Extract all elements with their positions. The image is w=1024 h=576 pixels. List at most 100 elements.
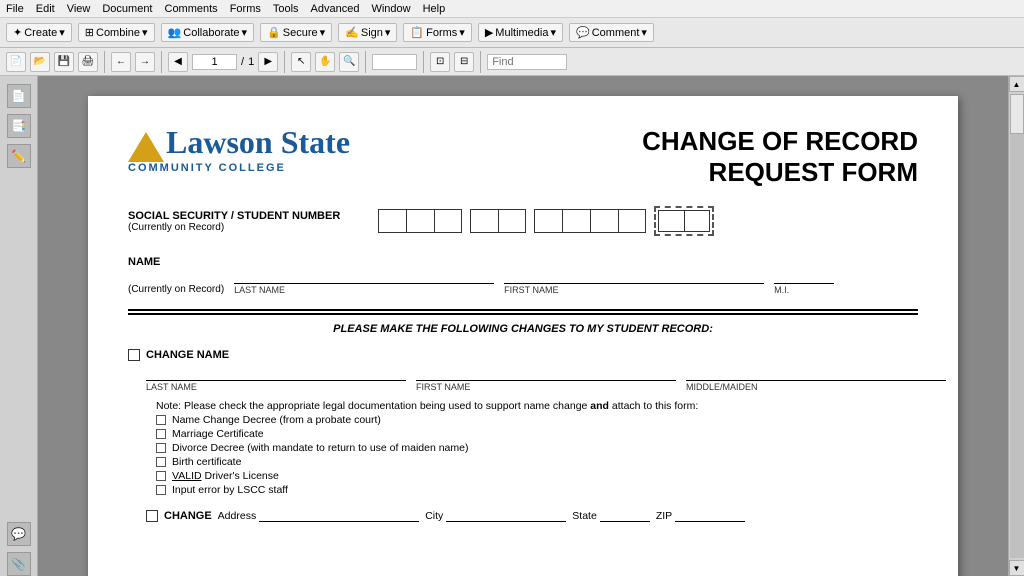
collaborate-chevron: ▾	[242, 26, 248, 39]
change-middle-input[interactable]	[686, 367, 946, 381]
zip-label: ZIP	[656, 510, 672, 522]
change-first-input[interactable]	[416, 367, 676, 381]
go-forward-button[interactable]: →	[135, 52, 155, 72]
ssn-box-4[interactable]	[470, 209, 498, 233]
forms-button[interactable]: 📋 Forms ▾	[403, 23, 471, 42]
zoom-in-button[interactable]: 🔍	[339, 52, 359, 72]
scroll-up-button[interactable]: ▲	[1009, 76, 1024, 92]
change-last-field: LAST NAME	[146, 367, 406, 392]
menu-forms[interactable]: Forms	[230, 3, 261, 15]
go-back-button[interactable]: ←	[111, 52, 131, 72]
first-name-input[interactable]	[504, 270, 764, 284]
zip-field: ZIP	[656, 508, 745, 522]
scroll-down-button[interactable]: ▼	[1009, 560, 1024, 576]
ssn-box-9[interactable]	[618, 209, 646, 233]
sidebar-signatures-icon[interactable]: ✏️	[7, 144, 31, 168]
sidebar-bookmarks-icon[interactable]: 📑	[7, 114, 31, 138]
multimedia-icon: ▶	[485, 26, 493, 39]
bullet-checkbox-3[interactable]	[156, 443, 166, 453]
comment-chevron: ▾	[641, 26, 647, 39]
form-title: CHANGE OF RECORD REQUEST FORM	[642, 126, 918, 188]
menu-advanced[interactable]: Advanced	[311, 3, 360, 15]
new-doc-button[interactable]: 📄	[6, 52, 26, 72]
select-tool-button[interactable]: ↖	[291, 52, 311, 72]
last-name-input[interactable]	[234, 270, 494, 284]
page-prev-button[interactable]: ◀	[168, 52, 188, 72]
secure-button[interactable]: 🔒 Secure ▾	[260, 23, 332, 42]
sidebar-comments-icon[interactable]: 💬	[7, 522, 31, 546]
ssn-box-8[interactable]	[590, 209, 618, 233]
bullet-4: Birth certificate	[156, 456, 918, 468]
bullet-checkbox-6[interactable]	[156, 485, 166, 495]
state-field: State	[572, 508, 650, 522]
scrollbar-thumb[interactable]	[1010, 94, 1024, 134]
form-title-line2: REQUEST FORM	[642, 157, 918, 188]
ssn-last-box-2[interactable]	[684, 210, 710, 232]
bullet-checkbox-5[interactable]	[156, 471, 166, 481]
menu-comments[interactable]: Comments	[165, 3, 218, 15]
change-first-field: FIRST NAME	[416, 367, 676, 392]
fit-page-button[interactable]: ⊡	[430, 52, 450, 72]
change-name-header: CHANGE NAME	[128, 349, 918, 361]
page-next-button[interactable]: ▶	[258, 52, 278, 72]
menu-edit[interactable]: Edit	[36, 3, 55, 15]
ssn-box-1[interactable]	[378, 209, 406, 233]
menu-window[interactable]: Window	[371, 3, 410, 15]
bullet-checkbox-1[interactable]	[156, 415, 166, 425]
page-separator: /	[241, 56, 244, 68]
comment-button[interactable]: 💬 Comment ▾	[569, 23, 654, 42]
city-input[interactable]	[446, 508, 566, 522]
menu-file[interactable]: File	[6, 3, 24, 15]
scrollbar-track[interactable]	[1010, 94, 1024, 558]
menu-view[interactable]: View	[67, 3, 91, 15]
address-input[interactable]	[259, 508, 419, 522]
sep2	[161, 51, 162, 73]
ssn-group-1	[378, 209, 462, 233]
combine-button[interactable]: ⊞ Combine ▾	[78, 23, 155, 42]
sign-button[interactable]: ✍ Sign ▾	[338, 23, 397, 42]
ssn-box-7[interactable]	[562, 209, 590, 233]
create-button[interactable]: ✦ Create ▾	[6, 23, 72, 42]
bullet-checkbox-2[interactable]	[156, 429, 166, 439]
open-button[interactable]: 📂	[30, 52, 50, 72]
search-input[interactable]	[487, 54, 567, 70]
first-name-label: FIRST NAME	[504, 285, 558, 295]
print-button[interactable]: 🖨	[78, 52, 98, 72]
forms-icon: 📋	[410, 26, 424, 39]
ssn-box-6[interactable]	[534, 209, 562, 233]
collaborate-button[interactable]: 👥 Collaborate ▾	[161, 23, 255, 42]
multimedia-button[interactable]: ▶ Multimedia ▾	[478, 23, 563, 42]
ssn-box-3[interactable]	[434, 209, 462, 233]
menu-help[interactable]: Help	[423, 3, 446, 15]
change-name-checkbox[interactable]	[128, 349, 140, 361]
bullet-checkbox-4[interactable]	[156, 457, 166, 467]
sidebar-pages-icon[interactable]: 📄	[7, 84, 31, 108]
zip-input[interactable]	[675, 508, 745, 522]
document-area[interactable]: Lawson State COMMUNITY COLLEGE CHANGE OF…	[38, 76, 1008, 576]
sidebar-attachments-icon[interactable]: 📎	[7, 552, 31, 576]
bullet-text-5: VALID Driver's License	[172, 470, 279, 482]
address-row: CHANGE Address City State ZIP	[146, 508, 918, 522]
menu-document[interactable]: Document	[102, 3, 152, 15]
page-number-input[interactable]	[192, 54, 237, 70]
mi-input[interactable]	[774, 270, 834, 284]
change-last-input[interactable]	[146, 367, 406, 381]
ssn-group-2	[470, 209, 526, 233]
fit-width-button[interactable]: ⊟	[454, 52, 474, 72]
zoom-input[interactable]: 125%	[372, 54, 417, 70]
change-name-fields: LAST NAME FIRST NAME MIDDLE/MAIDEN	[146, 367, 918, 392]
change-name-section: CHANGE NAME LAST NAME FIRST NAME MIDDLE/…	[128, 349, 918, 496]
double-line-bottom	[128, 313, 918, 315]
state-input[interactable]	[600, 508, 650, 522]
main-area: 📄 📑 ✏️ 💬 📎 Lawson State COMMUNITY COLLEG…	[0, 76, 1024, 576]
ssn-box-2[interactable]	[406, 209, 434, 233]
ssn-label-block: SOCIAL SECURITY / STUDENT NUMBER (Curren…	[128, 210, 358, 233]
ssn-last-box-1[interactable]	[658, 210, 684, 232]
toolbar-1: ✦ Create ▾ ⊞ Combine ▾ 👥 Collaborate ▾ 🔒…	[0, 18, 1024, 48]
secure-chevron: ▾	[320, 26, 326, 39]
change-address-checkbox[interactable]	[146, 510, 158, 522]
save-button[interactable]: 💾	[54, 52, 74, 72]
menu-tools[interactable]: Tools	[273, 3, 299, 15]
hand-tool-button[interactable]: ✋	[315, 52, 335, 72]
ssn-box-5[interactable]	[498, 209, 526, 233]
